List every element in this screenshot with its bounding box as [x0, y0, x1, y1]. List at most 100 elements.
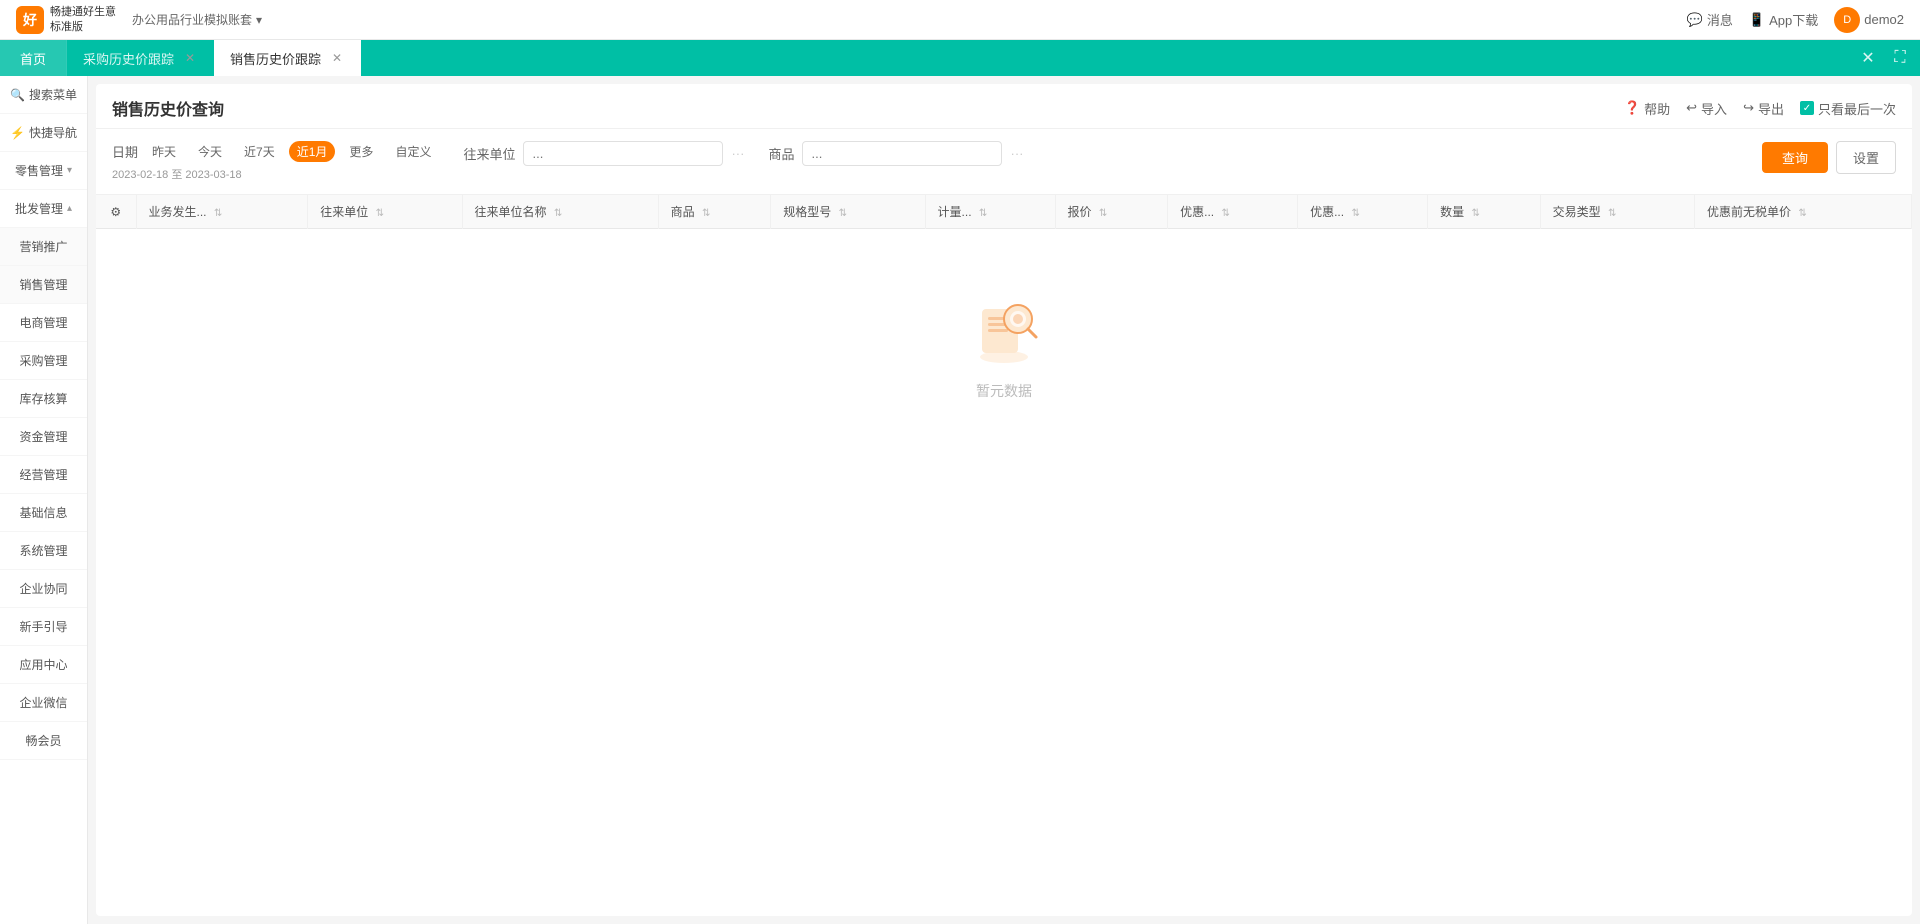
app-download-button[interactable]: 📱 App下载	[1749, 10, 1818, 29]
date-options: 昨天 今天 近7天 近1月 更多 自定义	[144, 141, 439, 162]
date-option-custom[interactable]: 自定义	[387, 141, 439, 162]
th-pretax-price-sort-icon: ⇅	[1798, 208, 1806, 219]
sidebar-item-basic-info[interactable]: 基础信息	[0, 494, 87, 532]
help-icon: ❓	[1624, 100, 1640, 116]
goods-input[interactable]	[802, 141, 1002, 166]
th-goods[interactable]: 商品 ⇅	[658, 195, 771, 229]
sidebar-item-guide[interactable]: 新手引导	[0, 608, 87, 646]
page-header-actions: ❓ 帮助 ↩ 导入 ↪ 导出 ✓ 只看最后一次	[1624, 99, 1896, 118]
sidebar-item-purchase[interactable]: 采购管理	[0, 342, 87, 380]
th-goods-sort-icon: ⇅	[702, 208, 710, 219]
th-partner-code-sort-icon: ⇅	[376, 208, 384, 219]
sidebar-item-inventory[interactable]: 库存核算	[0, 380, 87, 418]
tab-sales[interactable]: 销售历史价跟踪 ✕	[214, 40, 361, 76]
tab-fullscreen-button[interactable]: ⛶	[1888, 46, 1912, 70]
tab-sales-close-icon[interactable]: ✕	[329, 50, 345, 66]
th-quantity[interactable]: 数量 ⇅	[1428, 195, 1541, 229]
quicknav-icon: ⚡	[10, 126, 25, 140]
th-quote-price-label: 报价	[1068, 205, 1092, 219]
goods-filter-group: 商品 ···	[768, 141, 1023, 166]
sidebar-item-ecommerce[interactable]: 电商管理	[0, 304, 87, 342]
tab-bar: 首页 采购历史价跟踪 ✕ 销售历史价跟踪 ✕ ✕ ⛶	[0, 40, 1920, 76]
main-layout: 🔍 搜索菜单 ⚡ 快捷导航 零售管理 ▾ 批发管理 ▴ 营销推广 销售管理 电商…	[0, 76, 1920, 924]
th-partner-name[interactable]: 往来单位名称 ⇅	[462, 195, 658, 229]
only-last-checkbox[interactable]: ✓ 只看最后一次	[1800, 99, 1896, 118]
date-filter-label: 日期	[112, 142, 138, 161]
sidebar-item-wechat[interactable]: 企业微信	[0, 684, 87, 722]
th-unit[interactable]: 计量... ⇅	[925, 195, 1055, 229]
top-bar: 好 畅捷通好生意 标准版 办公用品行业模拟账套 ▾ 💬 消息 📱 App下载 D…	[0, 0, 1920, 40]
sidebar-item-finance[interactable]: 资金管理	[0, 418, 87, 456]
query-button[interactable]: 查询	[1762, 142, 1828, 173]
th-discount1-sort-icon: ⇅	[1221, 208, 1229, 219]
sidebar-item-marketing[interactable]: 营销推广	[0, 228, 87, 266]
page-content: 销售历史价查询 ❓ 帮助 ↩ 导入 ↪ 导出 ✓	[96, 84, 1912, 916]
user-area[interactable]: D demo2	[1834, 7, 1904, 33]
sidebar-item-appcenter-label: 应用中心	[19, 656, 67, 673]
import-icon: ↩	[1686, 100, 1697, 116]
sidebar-item-quicknav[interactable]: ⚡ 快捷导航	[0, 114, 87, 152]
date-option-1month[interactable]: 近1月	[289, 141, 336, 162]
page-header: 销售历史价查询 ❓ 帮助 ↩ 导入 ↪ 导出 ✓	[96, 84, 1912, 129]
th-discount1[interactable]: 优惠... ⇅	[1168, 195, 1298, 229]
top-bar-right: 💬 消息 📱 App下载 D demo2	[1687, 7, 1904, 33]
th-partner-code[interactable]: 往来单位 ⇅	[308, 195, 462, 229]
th-discount2-label: 优惠...	[1310, 205, 1344, 219]
sidebar-item-operations[interactable]: 经营管理	[0, 456, 87, 494]
th-unit-label: 计量...	[938, 205, 972, 219]
tab-purchase[interactable]: 采购历史价跟踪 ✕	[66, 40, 214, 76]
sidebar-item-wholesale[interactable]: 批发管理 ▴	[0, 190, 87, 228]
company-selector[interactable]: 办公用品行业模拟账套 ▾	[124, 9, 270, 30]
logo-text: 畅捷通好生意 标准版	[50, 5, 116, 34]
sidebar-item-guide-label: 新手引导	[19, 618, 67, 635]
sidebar-item-system[interactable]: 系统管理	[0, 532, 87, 570]
sidebar-item-retail-label: 零售管理	[15, 162, 63, 179]
th-trade-type-label: 交易类型	[1553, 205, 1601, 219]
sidebar-item-wholesale-label: 批发管理	[15, 200, 63, 217]
chevron-down-icon: ▾	[67, 165, 72, 176]
th-date[interactable]: 业务发生... ⇅	[136, 195, 308, 229]
tab-purchase-close-icon[interactable]: ✕	[182, 50, 198, 66]
tab-close-all-button[interactable]: ✕	[1856, 46, 1880, 70]
th-quote-price[interactable]: 报价 ⇅	[1055, 195, 1168, 229]
app-download-label: App下载	[1769, 10, 1818, 29]
th-spec[interactable]: 规格型号 ⇅	[771, 195, 925, 229]
th-pretax-price[interactable]: 优惠前无税单价 ⇅	[1695, 195, 1912, 229]
goods-dots-button[interactable]: ···	[1010, 146, 1023, 161]
sidebar-item-membership[interactable]: 畅会员	[0, 722, 87, 760]
th-settings[interactable]: ⚙	[96, 195, 136, 229]
sidebar-item-appcenter[interactable]: 应用中心	[0, 646, 87, 684]
sidebar-item-search[interactable]: 🔍 搜索菜单	[0, 76, 87, 114]
th-spec-sort-icon: ⇅	[839, 208, 847, 219]
export-button[interactable]: ↪ 导出	[1743, 99, 1784, 118]
sidebar-item-basic-info-label: 基础信息	[19, 504, 67, 521]
partner-dots-button[interactable]: ···	[731, 146, 744, 161]
date-option-more[interactable]: 更多	[341, 141, 381, 162]
avatar: D	[1834, 7, 1860, 33]
sidebar-item-sales[interactable]: 销售管理	[0, 266, 87, 304]
partner-input[interactable]	[523, 141, 723, 166]
checkbox-checked-icon: ✓	[1800, 101, 1814, 115]
tab-home[interactable]: 首页	[0, 40, 66, 76]
company-name: 办公用品行业模拟账套	[132, 11, 252, 28]
date-col-top: 日期 昨天 今天 近7天 近1月 更多 自定义	[112, 141, 439, 162]
date-option-today[interactable]: 今天	[190, 141, 230, 162]
help-button[interactable]: ❓ 帮助	[1624, 99, 1670, 118]
sidebar-item-enterprise[interactable]: 企业协同	[0, 570, 87, 608]
import-button[interactable]: ↩ 导入	[1686, 99, 1727, 118]
th-date-label: 业务发生...	[149, 205, 207, 219]
settings-button[interactable]: 设置	[1836, 141, 1896, 174]
date-option-yesterday[interactable]: 昨天	[144, 141, 184, 162]
sidebar-item-retail[interactable]: 零售管理 ▾	[0, 152, 87, 190]
message-button[interactable]: 💬 消息	[1687, 10, 1733, 29]
empty-state: 暂元数据	[96, 229, 1912, 461]
th-discount2[interactable]: 优惠... ⇅	[1298, 195, 1428, 229]
sidebar-item-finance-label: 资金管理	[19, 428, 67, 445]
logo-icon: 好	[16, 6, 44, 34]
sidebar-item-wechat-label: 企业微信	[19, 694, 67, 711]
sidebar-item-quicknav-label: 快捷导航	[29, 124, 77, 141]
th-goods-label: 商品	[671, 205, 695, 219]
th-trade-type[interactable]: 交易类型 ⇅	[1540, 195, 1694, 229]
th-quantity-sort-icon: ⇅	[1471, 208, 1479, 219]
date-option-7days[interactable]: 近7天	[236, 141, 283, 162]
